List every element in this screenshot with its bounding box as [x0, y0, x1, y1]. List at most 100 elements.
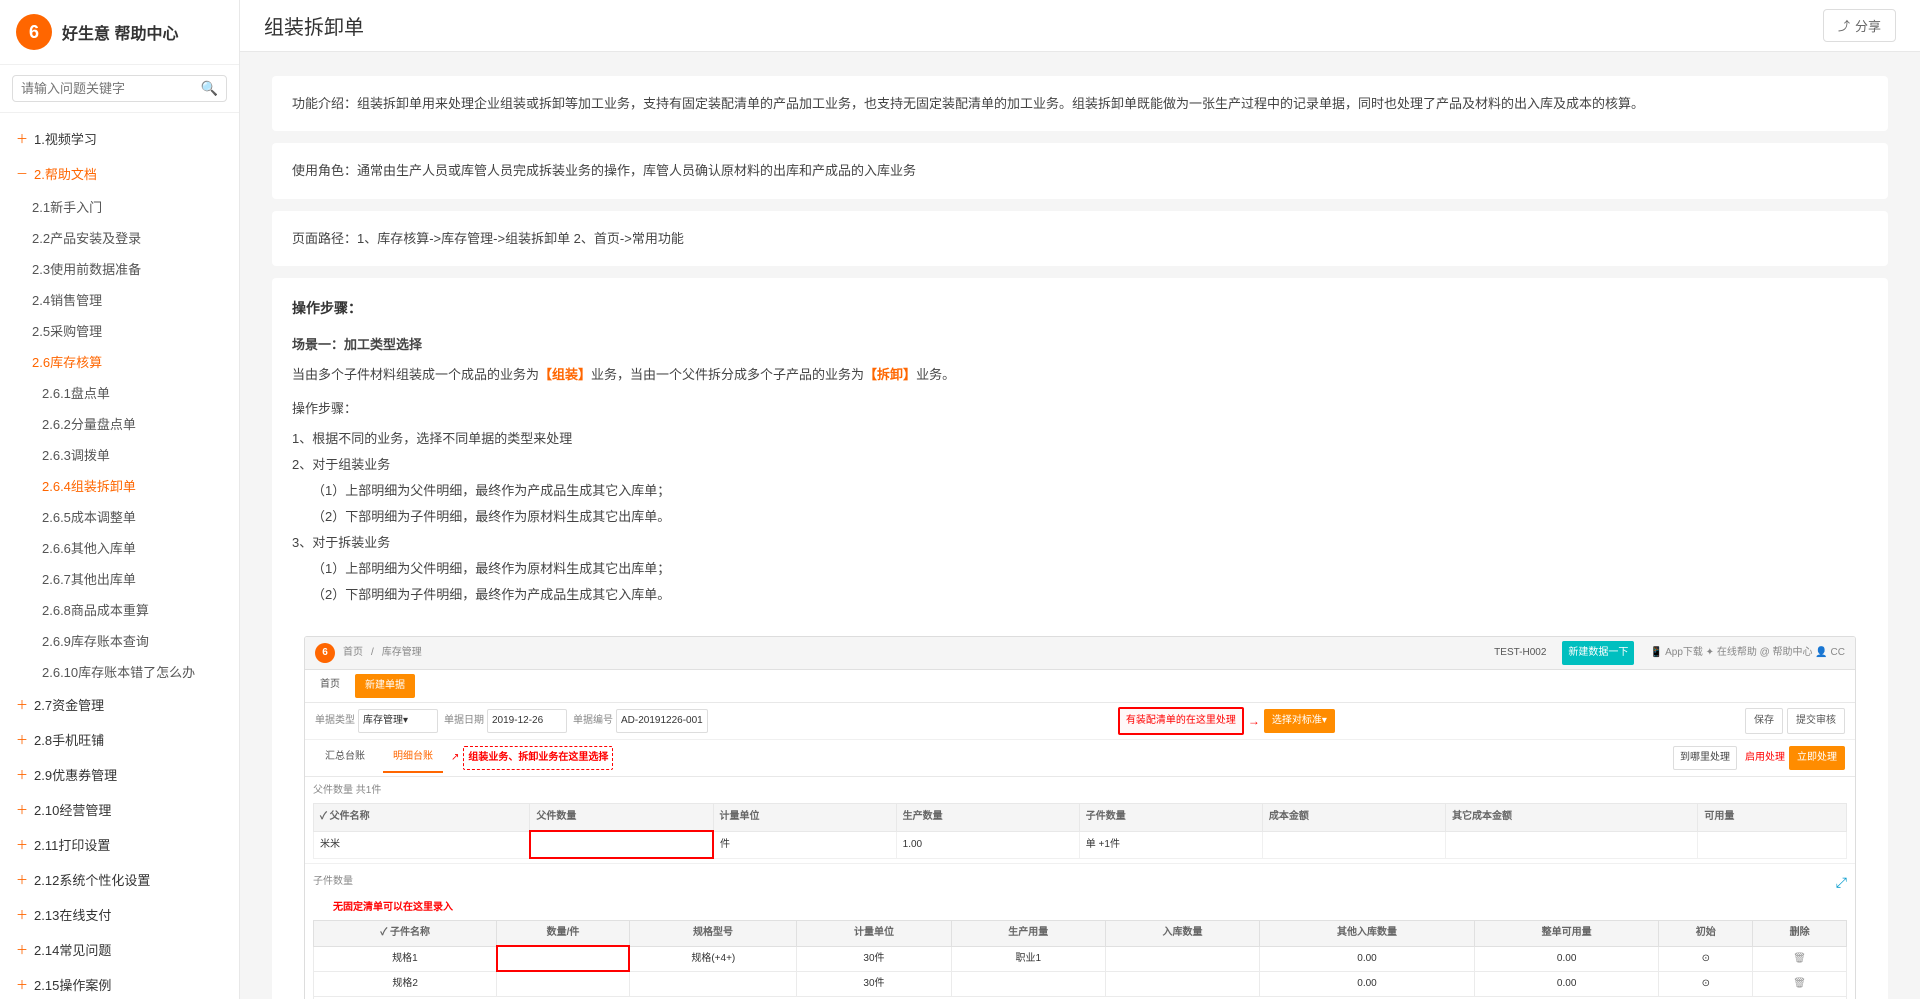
th-unit: 计量单位: [713, 804, 896, 832]
th-parent-qty: 父件数量: [530, 804, 713, 832]
sidebar-item-assembly[interactable]: 2.6.4组装拆卸单: [0, 470, 239, 501]
sidebar-item-data-prep[interactable]: 2.3使用前数据准备: [0, 253, 239, 284]
step3-2: （2）下部明细为子件明细，最终作为产成品生成其它入库单。: [292, 582, 1868, 608]
intro-block: 功能介绍：组装拆卸单用来处理企业组装或拆卸等加工业务，支持有固定装配清单的产品加…: [272, 76, 1888, 131]
nav-section-faq: ＋ 2.14常见问题: [0, 932, 239, 967]
steps-block: 操作步骤： 场景一：加工类型选择 当由多个子件材料组装成一个成品的业务为【组装】…: [272, 278, 1888, 999]
th-other-cost: 其它成本金额: [1446, 804, 1698, 832]
sidebar-item-faq[interactable]: ＋ 2.14常见问题: [0, 932, 239, 967]
sim-annotation-label1: 有装配清单的在这里处理: [1118, 707, 1244, 735]
sim-number-input[interactable]: AD-20191226-001: [616, 709, 708, 733]
sim-screenshot: 6 首页 / 库存管理 TEST-H002 新建数据一下 📱 App下载 ✦ 在…: [305, 637, 1855, 999]
td-other-cost: [1446, 831, 1698, 858]
search-box: 🔍: [0, 65, 239, 113]
th-prod-qty: 生产数量: [896, 804, 1079, 832]
search-input[interactable]: [21, 81, 201, 96]
step1: 1、根据不同的业务，选择不同单据的类型来处理: [292, 426, 1868, 452]
sidebar-item-stocktake[interactable]: 2.6.1盘点单: [0, 377, 239, 408]
th-delete: 删除: [1753, 921, 1847, 947]
sim-menu-new-doc[interactable]: 新建单据: [355, 674, 415, 698]
plus-icon-payment: ＋: [16, 906, 28, 923]
sidebar-item-cases[interactable]: ＋ 2.15操作案例: [0, 967, 239, 999]
sim-tab-summary[interactable]: 汇总台账: [315, 743, 375, 773]
logo-area: 6 好生意 帮助中心: [0, 0, 239, 65]
sim-tab-detail[interactable]: 明细台账: [383, 743, 443, 773]
sidebar-item-mobile[interactable]: ＋ 2.8手机旺铺: [0, 722, 239, 757]
table-row: 米米 件 1.00 单 +1件: [314, 831, 1847, 858]
sim-new-btn[interactable]: 新建数据一下: [1562, 641, 1634, 665]
sidebar-item-other-out[interactable]: 2.6.7其他出库单: [0, 563, 239, 594]
sim-field-number: 单据编号 AD-20191226-001: [573, 709, 708, 733]
screenshot-inner: 6 首页 / 库存管理 TEST-H002 新建数据一下 📱 App下载 ✦ 在…: [304, 636, 1856, 999]
sidebar-item-ledger-query[interactable]: 2.6.9库存账本查询: [0, 625, 239, 656]
nav-section-finance: ＋ 2.7资金管理: [0, 687, 239, 722]
td-c1-del[interactable]: 🗑: [1753, 946, 1847, 971]
th-qty-per: 数量/件: [497, 921, 629, 947]
td-c1-name: 规格1: [314, 946, 497, 971]
plus-icon-finance: ＋: [16, 696, 28, 713]
sim-process-btn[interactable]: 选择对标准▾: [1264, 709, 1335, 733]
sidebar-item-finance[interactable]: ＋ 2.7资金管理: [0, 687, 239, 722]
role-text: 使用角色：通常由生产人员或库管人员完成拆装业务的操作，库管人员确认原材料的出库和…: [292, 163, 916, 178]
sim-annotation3-wrap: 到哪里处理 启用处理 立即处理: [1673, 746, 1845, 770]
td-c2-name: 规格2: [314, 971, 497, 996]
sidebar-item-install[interactable]: 2.2产品安装及登录: [0, 222, 239, 253]
nav-section-ops: ＋ 2.10经营管理: [0, 792, 239, 827]
sim-enable-btn[interactable]: 立即处理: [1789, 746, 1845, 770]
search-input-wrap[interactable]: 🔍: [12, 75, 227, 102]
sidebar-item-partial-stocktake[interactable]: 2.6.2分量盘点单: [0, 408, 239, 439]
sim-menu-home[interactable]: 首页: [315, 673, 345, 699]
step2-2: （2）下部明细为子件明细，最终作为原材料生成其它出库单。: [292, 504, 1868, 530]
sidebar-item-custom[interactable]: ＋ 2.12系统个性化设置: [0, 862, 239, 897]
sidebar-item-ops[interactable]: ＋ 2.10经营管理: [0, 792, 239, 827]
sidebar-item-payment[interactable]: ＋ 2.13在线支付: [0, 897, 239, 932]
sidebar-item-transfer[interactable]: 2.6.3调拨单: [0, 439, 239, 470]
sim-annotation2-wrap: ↗ 组装业务、拆卸业务在这里选择: [451, 746, 613, 770]
sim-tabs-area: 汇总台账 明细台账 ↗ 组装业务、拆卸业务在这里选择: [305, 740, 1855, 777]
sidebar-item-sales[interactable]: 2.4销售管理: [0, 284, 239, 315]
th-in-qty: 入库数量: [1105, 921, 1259, 947]
sidebar-item-other-in[interactable]: 2.6.6其他入库单: [0, 532, 239, 563]
sim-warehouse-input[interactable]: 到哪里处理: [1673, 746, 1737, 770]
step3: 3、对于拆装业务: [292, 530, 1868, 556]
plus-icon-coupon: ＋: [16, 766, 28, 783]
sidebar-item-print[interactable]: ＋ 2.11打印设置: [0, 827, 239, 862]
sim-annotation-area1: 有装配清单的在这里处理 → 选择对标准▾: [714, 707, 1739, 735]
sim-breadcrumb-sep: /: [371, 643, 374, 663]
td-c2-del[interactable]: 🗑: [1753, 971, 1847, 996]
td-c2-otherin: 0.00: [1260, 971, 1475, 996]
search-icon[interactable]: 🔍: [201, 80, 218, 97]
td-c2-unit: 30件: [797, 971, 951, 996]
sim-toolbar-actions: 保存 提交审核: [1745, 708, 1845, 734]
th-parent-name: ✓ 父件名称: [314, 804, 530, 832]
sidebar-item-cost-adjust[interactable]: 2.6.5成本调整单: [0, 501, 239, 532]
sim-toolbar: 单据类型 库存管理▾ 单据日期 2019-12-26: [305, 703, 1855, 740]
plus-icon-cases: ＋: [16, 976, 28, 993]
sidebar-item-newbie[interactable]: 2.1新手入门: [0, 191, 239, 222]
sim-date-input[interactable]: 2019-12-26: [487, 709, 567, 733]
screenshot-wrapper: 6 首页 / 库存管理 TEST-H002 新建数据一下 📱 App下载 ✦ 在…: [304, 636, 1856, 999]
th-spec: 规格型号: [629, 921, 797, 947]
step3-1: （1）上部明细为父件明细，最终作为原材料生成其它出库单；: [292, 556, 1868, 582]
sidebar-item-video[interactable]: ＋ 1.视频学习: [0, 121, 239, 156]
sim-field-date: 单据日期 2019-12-26: [444, 709, 567, 733]
sidebar-item-inventory[interactable]: 2.6库存核算: [0, 346, 239, 377]
sim-submit-btn[interactable]: 提交审核: [1787, 708, 1845, 734]
screenshot-block: 6 首页 / 库存管理 TEST-H002 新建数据一下 📱 App下载 ✦ 在…: [292, 624, 1868, 999]
th-other-in-qty: 其他入库数量: [1260, 921, 1475, 947]
sidebar-item-purchase[interactable]: 2.5采购管理: [0, 315, 239, 346]
sim-expand-icon[interactable]: ⤢: [1836, 868, 1847, 896]
sidebar-item-ledger-error[interactable]: 2.6.10库存账本错了怎么办: [0, 656, 239, 687]
nav-section-mobile: ＋ 2.8手机旺铺: [0, 722, 239, 757]
sim-type-input[interactable]: 库存管理▾: [358, 709, 438, 733]
sim-annotation2-arrow: ↗: [451, 748, 459, 768]
steps-label: 操作步骤：: [292, 396, 1868, 422]
sim-save-btn[interactable]: 保存: [1745, 708, 1783, 734]
sidebar-item-cost-recalc[interactable]: 2.6.8商品成本重算: [0, 594, 239, 625]
sidebar-item-coupon[interactable]: ＋ 2.9优惠券管理: [0, 757, 239, 792]
share-button[interactable]: ⤴ 分享: [1823, 9, 1896, 42]
sidebar-item-help[interactable]: － 2.帮助文档: [0, 156, 239, 191]
nav-section-cases: ＋ 2.15操作案例: [0, 967, 239, 999]
content-area: 功能介绍：组装拆卸单用来处理企业组装或拆卸等加工业务，支持有固定装配清单的产品加…: [240, 52, 1920, 999]
sim-annotation2-text: 组装业务、拆卸业务在这里选择: [463, 746, 613, 770]
